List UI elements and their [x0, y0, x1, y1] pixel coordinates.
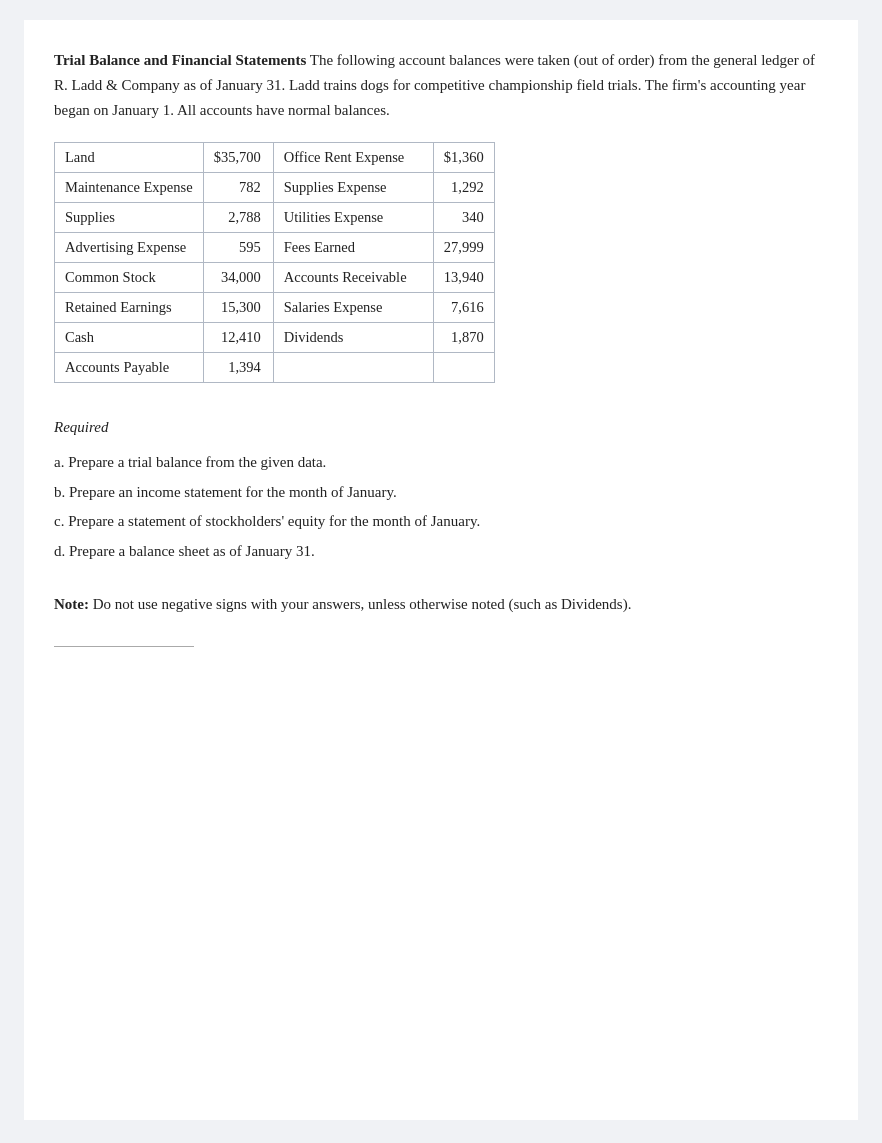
required-item-4: d. Prepare a balance sheet as of January… [54, 539, 828, 565]
right-amount: $1,360 [433, 143, 494, 173]
right-amount: 7,616 [433, 293, 494, 323]
note-section: Note: Do not use negative signs with you… [54, 592, 828, 616]
required-item-1: a. Prepare a trial balance from the give… [54, 450, 828, 476]
intro-paragraph: Trial Balance and Financial Statements T… [54, 48, 828, 122]
page-content: Trial Balance and Financial Statements T… [24, 20, 858, 1120]
left-account-name: Supplies [55, 203, 204, 233]
table-row: Common Stock34,000Accounts Receivable13,… [55, 263, 495, 293]
right-amount: 13,940 [433, 263, 494, 293]
required-item-3: c. Prepare a statement of stockholders' … [54, 509, 828, 535]
table-row: Maintenance Expense782Supplies Expense1,… [55, 173, 495, 203]
left-amount: 782 [203, 173, 273, 203]
intro-bold: Trial Balance and Financial Statements [54, 52, 306, 68]
left-amount: 12,410 [203, 323, 273, 353]
left-amount: 1,394 [203, 353, 273, 383]
right-account-name: Dividends [273, 323, 433, 353]
right-account-name [273, 353, 433, 383]
right-account-name: Supplies Expense [273, 173, 433, 203]
left-account-name: Accounts Payable [55, 353, 204, 383]
left-account-name: Maintenance Expense [55, 173, 204, 203]
accounts-table: Land$35,700Office Rent Expense$1,360Main… [54, 142, 495, 383]
required-section: Required a. Prepare a trial balance from… [54, 419, 828, 564]
right-amount: 1,870 [433, 323, 494, 353]
right-account-name: Accounts Receivable [273, 263, 433, 293]
right-account-name: Fees Earned [273, 233, 433, 263]
table-row: Cash12,410Dividends1,870 [55, 323, 495, 353]
left-amount: 2,788 [203, 203, 273, 233]
right-account-name: Salaries Expense [273, 293, 433, 323]
right-account-name: Office Rent Expense [273, 143, 433, 173]
table-row: Advertising Expense595Fees Earned27,999 [55, 233, 495, 263]
left-account-name: Retained Earnings [55, 293, 204, 323]
left-account-name: Cash [55, 323, 204, 353]
table-row: Accounts Payable1,394 [55, 353, 495, 383]
left-amount: $35,700 [203, 143, 273, 173]
left-account-name: Advertising Expense [55, 233, 204, 263]
left-account-name: Land [55, 143, 204, 173]
left-amount: 34,000 [203, 263, 273, 293]
right-account-name: Utilities Expense [273, 203, 433, 233]
table-row: Land$35,700Office Rent Expense$1,360 [55, 143, 495, 173]
note-bold: Note: [54, 596, 89, 612]
right-amount: 27,999 [433, 233, 494, 263]
left-account-name: Common Stock [55, 263, 204, 293]
required-item-2: b. Prepare an income statement for the m… [54, 480, 828, 506]
right-amount: 1,292 [433, 173, 494, 203]
table-row: Supplies2,788Utilities Expense340 [55, 203, 495, 233]
bottom-divider [54, 646, 194, 647]
required-label: Required [54, 419, 828, 436]
left-amount: 15,300 [203, 293, 273, 323]
left-amount: 595 [203, 233, 273, 263]
right-amount [433, 353, 494, 383]
right-amount: 340 [433, 203, 494, 233]
note-text: Do not use negative signs with your answ… [89, 596, 631, 612]
table-row: Retained Earnings15,300Salaries Expense7… [55, 293, 495, 323]
